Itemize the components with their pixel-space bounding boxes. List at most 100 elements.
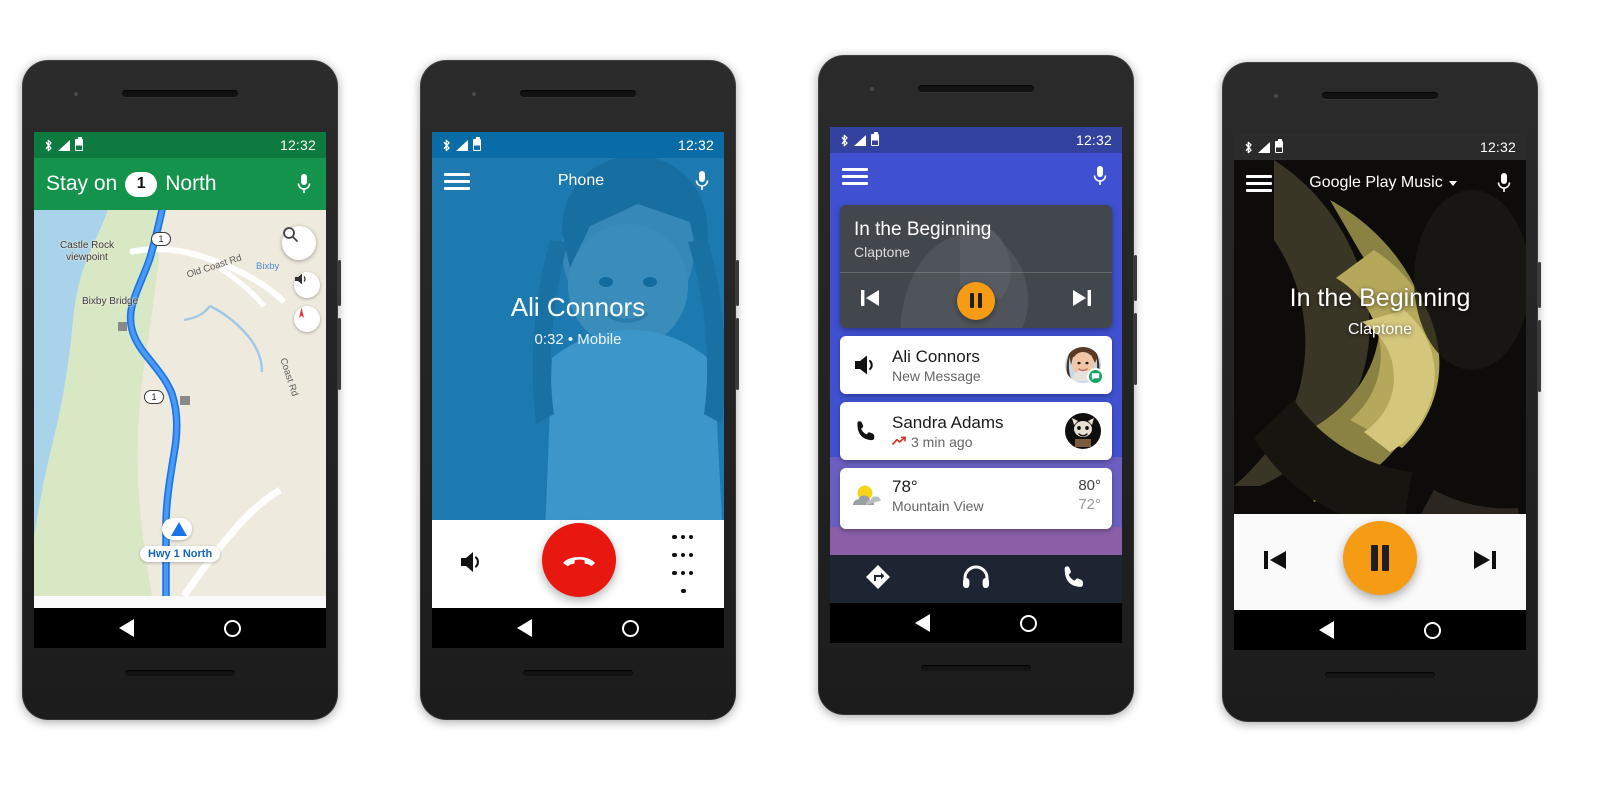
track-title: In the Beginning [854,219,992,240]
back-triangle-icon[interactable] [915,614,930,632]
bottom-speaker-grille [1325,672,1435,678]
music-player-app: 12:32 Google Play Music In the Beginning… [1234,134,1526,650]
notification-card-message[interactable]: Ali Connors New Message [840,336,1112,394]
home-circle-icon[interactable] [622,619,639,637]
navigation-instruction: Stay on 1 North [46,171,217,197]
player-controls [1234,514,1526,610]
phone-bottom-bezel [1222,650,1538,720]
phone-bottom-bezel [420,648,736,718]
earpiece-speaker [1322,92,1438,99]
navigation-icon[interactable] [865,564,891,595]
navigation-instruction-bar: Stay on 1 North [34,158,326,210]
track-title: In the Beginning [1289,284,1471,312]
highway-marker: 1 [151,232,171,246]
current-road-pill: Hwy 1 North [140,546,221,562]
car-overview-app: 12:32 In the Beginning Claptone Ali Conn… [830,127,1122,643]
power-button[interactable] [1134,255,1137,301]
front-camera-icon [74,92,78,96]
microphone-icon[interactable] [294,171,314,197]
hamburger-menu-icon[interactable] [1246,171,1272,196]
battery-icon [1275,139,1283,153]
position-arrow-icon [171,522,187,536]
message-badge-icon [1087,368,1104,385]
back-triangle-icon[interactable] [1319,621,1334,639]
home-circle-icon[interactable] [1424,621,1441,639]
bottom-speaker-grille [125,670,235,676]
status-bar: 12:32 [1234,134,1526,160]
phone-bottom-bezel [818,643,1134,713]
notification-title: Ali Connors [892,346,980,366]
volume-button[interactable] [1538,320,1541,392]
notification-card-weather[interactable]: 78° Mountain View 80° 72° [840,468,1112,529]
microphone-icon[interactable] [1090,163,1110,189]
phone-top-bezel [22,60,338,132]
search-icon[interactable] [282,226,316,260]
call-status: 0:32 • Mobile [534,331,622,348]
notification-subtitle: 3 min ago [911,433,973,450]
dialpad-icon[interactable] [671,528,697,600]
app-bar [830,153,1122,199]
home-circle-icon[interactable] [1020,614,1037,632]
bluetooth-icon [44,139,53,152]
bluetooth-icon [1244,141,1253,154]
phone-icon [851,419,881,443]
battery-icon [75,137,83,151]
back-triangle-icon[interactable] [517,619,532,637]
phone-device-music: 12:32 Google Play Music In the Beginning… [1222,62,1541,722]
phone-top-bezel [420,60,736,132]
hamburger-menu-icon[interactable] [444,169,470,194]
notification-text: Ali Connors New Message [892,347,1054,384]
compass-icon[interactable] [294,306,320,332]
end-call-button[interactable] [541,523,616,597]
bottom-speaker-grille [921,665,1031,671]
android-navigation-bar [830,603,1122,643]
skip-next-icon[interactable] [1070,287,1094,314]
call-action-bar [432,520,724,608]
avatar-ali-connors [1065,347,1104,385]
weather-range: 80° 72° [1078,477,1101,515]
phone-bottom-bezel [22,648,338,718]
skip-previous-icon[interactable] [858,287,882,314]
bottom-speaker-grille [523,670,633,676]
volume-button[interactable] [338,318,341,390]
caller-info: Ali Connors 0:32 • Mobile [432,292,724,348]
weather-location: Mountain View [892,498,984,515]
chevron-down-icon[interactable] [1448,180,1457,186]
phone-icon[interactable] [1061,564,1087,595]
notification-card-call[interactable]: Sandra Adams 3 min ago [840,402,1112,460]
microphone-icon[interactable] [1494,170,1514,196]
status-time: 12:32 [279,137,316,153]
front-camera-icon [870,87,874,91]
earpiece-speaker [122,90,238,97]
now-playing-info: In the Beginning Claptone [1234,284,1526,339]
microphone-icon[interactable] [692,168,712,194]
battery-icon [871,132,879,146]
headphones-icon[interactable] [962,565,990,594]
power-button[interactable] [1538,262,1541,308]
map-canvas[interactable]: 1 1 Castle Rock viewpoint Bixby Bridge O… [34,210,326,596]
speaker-icon[interactable] [294,272,320,298]
power-button[interactable] [338,260,341,306]
back-triangle-icon[interactable] [119,619,134,637]
play-pause-button[interactable] [957,281,995,320]
play-pause-button[interactable] [1342,521,1417,595]
bluetooth-icon [840,134,849,147]
speaker-icon[interactable] [459,550,487,579]
map-label-castle-rock: Castle Rock viewpoint [60,240,114,263]
media-card[interactable]: In the Beginning Claptone [840,205,1112,328]
missed-call-icon [892,434,906,450]
hamburger-menu-icon[interactable] [842,164,868,189]
notification-subtitle: New Message [892,367,981,384]
phone-device-overview: 12:32 In the Beginning Claptone Ali Conn… [818,55,1137,715]
earpiece-speaker [918,85,1034,92]
volume-button[interactable] [1134,313,1137,385]
phone-device-call: 12:32 Phone Ali Connors 0:32 • Mobile [420,60,739,720]
skip-next-icon[interactable] [1470,547,1500,578]
notification-text: Sandra Adams 3 min ago [892,413,1054,450]
power-button[interactable] [736,260,739,306]
app-title-group[interactable]: Google Play Music [1272,174,1494,192]
status-time: 12:32 [1479,139,1516,155]
volume-button[interactable] [736,318,739,390]
home-circle-icon[interactable] [224,619,241,637]
skip-previous-icon[interactable] [1260,547,1290,578]
